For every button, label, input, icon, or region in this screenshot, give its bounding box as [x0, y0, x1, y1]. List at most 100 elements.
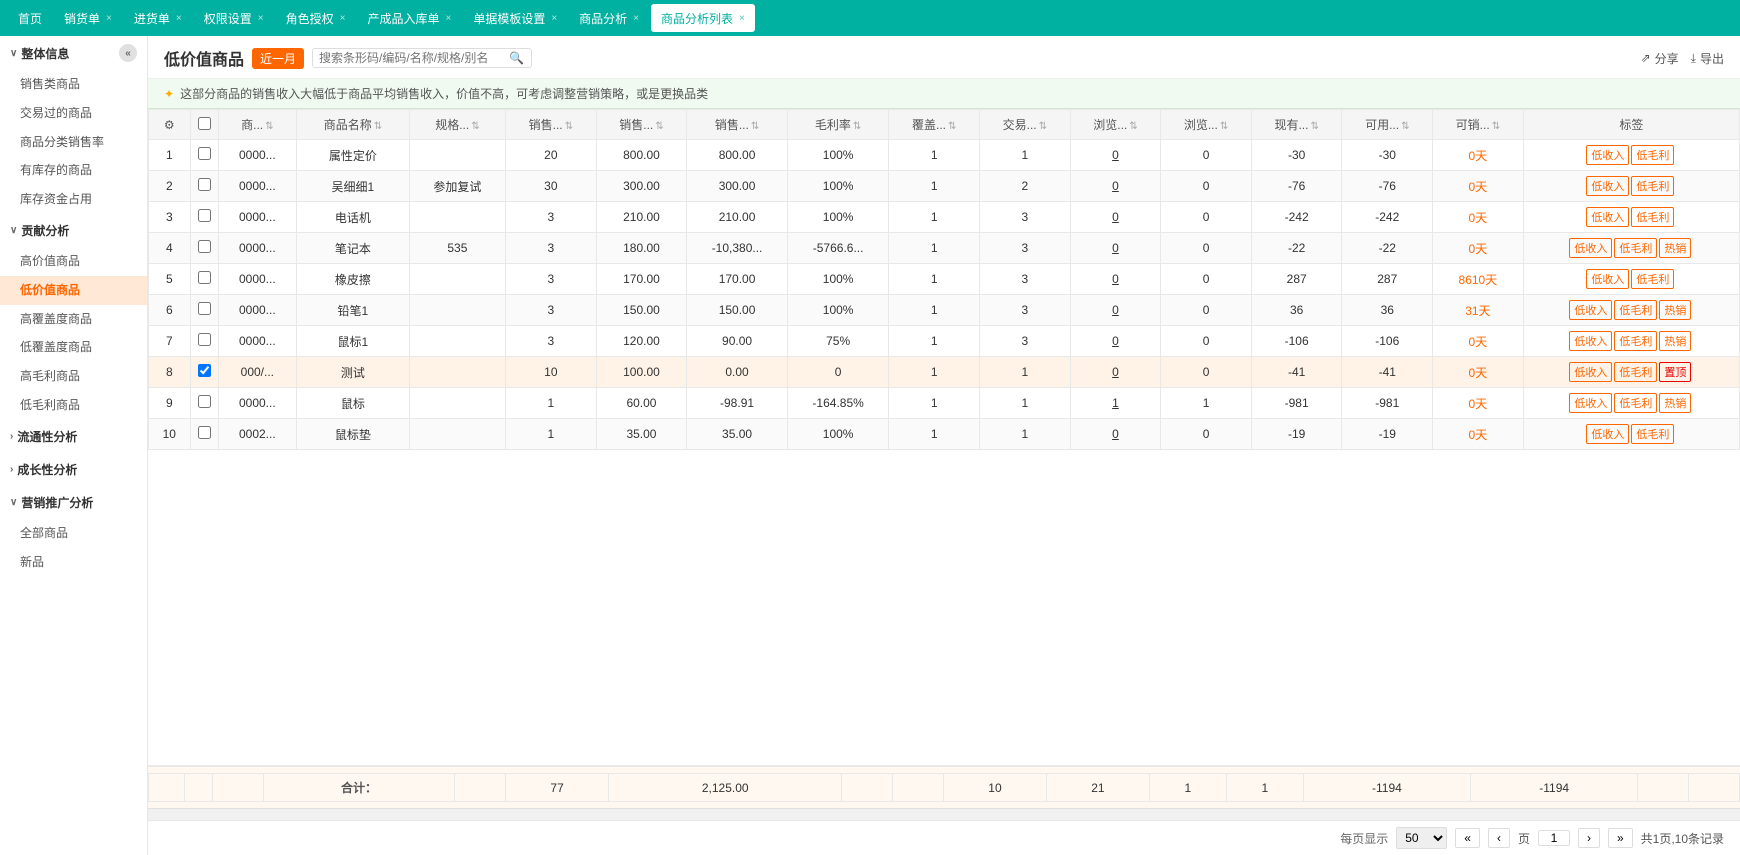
- th-spec: 规格...⇅: [409, 110, 505, 140]
- th-sales-cost: 销售...⇅: [687, 110, 788, 140]
- sidebar-item-traded-products[interactable]: 交易过的商品: [0, 99, 147, 128]
- sidebar-item-high-coverage[interactable]: 高覆盖度商品: [0, 305, 147, 334]
- nav-purchase-order[interactable]: 进货单 ×: [124, 4, 192, 32]
- first-page-button[interactable]: «: [1455, 828, 1480, 848]
- cell-views1[interactable]: 0: [1070, 233, 1161, 264]
- cell-no: 10: [149, 419, 191, 450]
- cell-transactions: 3: [980, 295, 1071, 326]
- sidebar-item-new-products[interactable]: 新品: [0, 548, 147, 577]
- select-all-checkbox[interactable]: [198, 117, 211, 130]
- prev-page-button[interactable]: ‹: [1488, 828, 1510, 848]
- sidebar-item-low-value[interactable]: 低价值商品: [0, 276, 147, 305]
- sidebar-item-sales-products[interactable]: 销售类商品: [0, 70, 147, 99]
- export-button[interactable]: ⤓ 导出: [1691, 50, 1724, 67]
- sidebar-item-category-sales-rate[interactable]: 商品分类销售率: [0, 128, 147, 157]
- cell-checkbox: [190, 264, 218, 295]
- nav-home[interactable]: 首页: [8, 4, 52, 32]
- th-coverage: 覆盖...⇅: [889, 110, 980, 140]
- nav-product-analysis-list[interactable]: 商品分析列表 ×: [651, 4, 755, 32]
- row-checkbox[interactable]: [198, 426, 211, 439]
- cell-views1[interactable]: 0: [1070, 264, 1161, 295]
- sidebar-group-marketing[interactable]: ∨ 营销推广分析: [0, 486, 147, 519]
- nav-product-analysis[interactable]: 商品分析 ×: [569, 4, 649, 32]
- cell-current-stock: -30: [1251, 140, 1342, 171]
- sidebar-item-all-products[interactable]: 全部商品: [0, 519, 147, 548]
- last-page-button[interactable]: »: [1608, 828, 1633, 848]
- cell-views1[interactable]: 0: [1070, 202, 1161, 233]
- sidebar-group-contribution[interactable]: ∨ 贡献分析: [0, 214, 147, 247]
- sidebar-item-high-margin[interactable]: 高毛利商品: [0, 362, 147, 391]
- cell-name: 鼠标: [297, 388, 410, 419]
- share-button[interactable]: ⇗ 分享: [1641, 50, 1679, 67]
- cell-views1[interactable]: 0: [1070, 140, 1161, 171]
- page-number-input[interactable]: [1538, 830, 1570, 846]
- cell-current-stock: 36: [1251, 295, 1342, 326]
- nav-template-settings[interactable]: 单据模板设置 ×: [463, 4, 567, 32]
- cell-available: -106: [1342, 326, 1433, 357]
- sidebar-collapse-btn[interactable]: «: [119, 44, 137, 62]
- cell-coverage: 1: [889, 171, 980, 202]
- cell-views1[interactable]: 0: [1070, 419, 1161, 450]
- cell-views1[interactable]: 0: [1070, 295, 1161, 326]
- cell-views1[interactable]: 0: [1070, 326, 1161, 357]
- row-checkbox[interactable]: [198, 333, 211, 346]
- cell-spec: [409, 140, 505, 171]
- nav-close-icon[interactable]: ×: [176, 13, 182, 24]
- sidebar-group-growth[interactable]: › 成长性分析: [0, 453, 147, 486]
- cell-sales-qty: 20: [506, 140, 597, 171]
- cell-no: 1: [149, 140, 191, 171]
- nav-close-icon[interactable]: ×: [106, 13, 112, 24]
- cell-available: -22: [1342, 233, 1433, 264]
- page-size-label: 每页显示: [1340, 830, 1388, 847]
- nav-role-auth[interactable]: 角色授权 ×: [276, 4, 356, 32]
- nav-close-icon[interactable]: ×: [633, 13, 639, 24]
- row-checkbox[interactable]: [198, 271, 211, 284]
- main-layout: ∨ 整体信息 « 销售类商品 交易过的商品 商品分类销售率 有库存的商品 库存资…: [0, 36, 1740, 855]
- cell-code: 0000...: [218, 326, 296, 357]
- cell-checkbox: [190, 140, 218, 171]
- search-icon[interactable]: 🔍: [509, 51, 524, 65]
- nav-close-icon[interactable]: ×: [445, 13, 451, 24]
- sidebar-item-stocked-products[interactable]: 有库存的商品: [0, 156, 147, 185]
- cell-views1[interactable]: 0: [1070, 171, 1161, 202]
- page-size-select[interactable]: 50 100 200: [1396, 827, 1447, 849]
- totals-coverage: 10: [943, 774, 1046, 802]
- cell-gross-margin: 0: [787, 357, 889, 388]
- nav-close-icon[interactable]: ×: [739, 13, 745, 24]
- sidebar-group-liquidity[interactable]: › 流通性分析: [0, 420, 147, 453]
- nav-permission-settings[interactable]: 权限设置 ×: [194, 4, 274, 32]
- tag-badge: 低毛利: [1614, 238, 1657, 258]
- nav-close-icon[interactable]: ×: [551, 13, 557, 24]
- row-checkbox[interactable]: [198, 209, 211, 222]
- th-settings[interactable]: ⚙: [149, 110, 191, 140]
- row-checkbox[interactable]: [198, 364, 211, 377]
- row-checkbox[interactable]: [198, 302, 211, 315]
- chevron-right-icon: ›: [10, 464, 13, 475]
- row-checkbox[interactable]: [198, 395, 211, 408]
- cell-gross-margin: 100%: [787, 140, 889, 171]
- nav-sales-order[interactable]: 销货单 ×: [54, 4, 122, 32]
- cell-sales-cost: 800.00: [687, 140, 788, 171]
- row-checkbox[interactable]: [198, 147, 211, 160]
- cell-code: 0000...: [218, 171, 296, 202]
- nav-close-icon[interactable]: ×: [258, 13, 264, 24]
- cell-coverage: 1: [889, 233, 980, 264]
- time-filter-button[interactable]: 近一月: [252, 48, 304, 69]
- nav-close-icon[interactable]: ×: [340, 13, 346, 24]
- sidebar-item-stock-capital[interactable]: 库存资金占用: [0, 185, 147, 214]
- cell-sales-cost: 0.00: [687, 357, 788, 388]
- next-page-button[interactable]: ›: [1578, 828, 1600, 848]
- sidebar-item-low-margin[interactable]: 低毛利商品: [0, 391, 147, 420]
- cell-views1[interactable]: 0: [1070, 357, 1161, 388]
- sidebar-group-overall[interactable]: ∨ 整体信息 «: [0, 36, 147, 70]
- sidebar-item-low-coverage[interactable]: 低覆盖度商品: [0, 333, 147, 362]
- cell-name: 电话机: [297, 202, 410, 233]
- search-input[interactable]: [319, 51, 509, 65]
- table-row: 9 0000... 鼠标 1 60.00 -98.91 -164.85% 1 1…: [149, 388, 1740, 419]
- sidebar-item-high-value[interactable]: 高价值商品: [0, 247, 147, 276]
- cell-views1[interactable]: 1: [1070, 388, 1161, 419]
- row-checkbox[interactable]: [198, 178, 211, 191]
- row-checkbox[interactable]: [198, 240, 211, 253]
- cell-views2: 0: [1161, 264, 1252, 295]
- nav-product-instock[interactable]: 产成品入库单 ×: [357, 4, 461, 32]
